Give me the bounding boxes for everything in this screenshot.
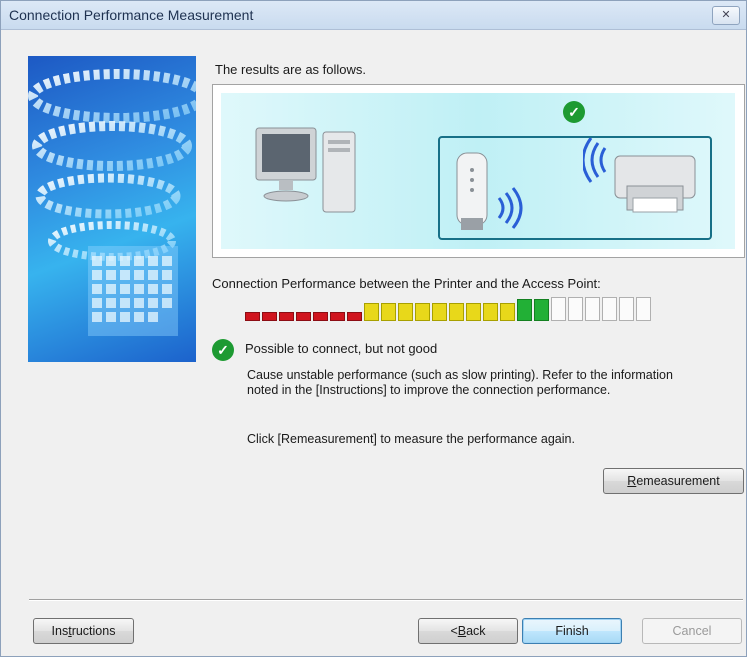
meter-segment-red xyxy=(262,312,277,321)
meter-segment-red xyxy=(245,312,260,321)
banner-image xyxy=(28,56,196,362)
dialog-window: Connection Performance Measurement ✕ The… xyxy=(0,0,747,657)
printer-icon xyxy=(583,138,696,213)
meter-segment-red xyxy=(279,312,294,321)
access-point-icon xyxy=(456,152,523,230)
connection-diagram: ✓ xyxy=(212,84,745,258)
meter-segment-red xyxy=(347,312,362,321)
meter-segment-empty xyxy=(619,297,634,321)
status-check-icon: ✓ xyxy=(212,339,234,361)
meter-segment-empty xyxy=(551,297,566,321)
finish-button[interactable]: Finish xyxy=(522,618,622,644)
meter-segment-empty xyxy=(636,297,651,321)
results-label: The results are as follows. xyxy=(215,62,367,77)
meter-segment-yellow xyxy=(500,303,515,321)
meter-segment-yellow xyxy=(364,303,379,321)
close-icon: ✕ xyxy=(721,9,731,21)
status-description: Cause unstable performance (such as slow… xyxy=(247,368,673,397)
meter-segment-empty xyxy=(602,297,617,321)
cancel-button: Cancel xyxy=(642,618,742,644)
close-button[interactable]: ✕ xyxy=(712,6,740,25)
title-bar: Connection Performance Measurement ✕ xyxy=(1,1,746,30)
window-title: Connection Performance Measurement xyxy=(9,7,254,23)
footer-separator xyxy=(29,599,743,601)
remeasurement-button[interactable]: Remeasurement xyxy=(603,468,744,494)
meter-segment-yellow xyxy=(466,303,481,321)
meter-segment-empty xyxy=(568,297,583,321)
remeasure-hint: Click [Remeasurement] to measure the per… xyxy=(247,432,575,446)
status-title: Possible to connect, but not good xyxy=(245,341,438,356)
meter-segment-yellow xyxy=(483,303,498,321)
meter-segment-green xyxy=(517,299,532,321)
computer-icon xyxy=(255,127,356,213)
meter-segment-empty xyxy=(585,297,600,321)
signal-strength-meter xyxy=(245,295,687,321)
meter-segment-red xyxy=(313,312,328,321)
meter-segment-yellow xyxy=(432,303,447,321)
meter-segment-yellow xyxy=(381,303,396,321)
check-icon: ✓ xyxy=(563,101,585,123)
instructions-button[interactable]: Instructions xyxy=(33,618,134,644)
meter-segment-yellow xyxy=(449,303,464,321)
meter-segment-green xyxy=(534,299,549,321)
meter-segment-red xyxy=(330,312,345,321)
meter-segment-red xyxy=(296,312,311,321)
back-button[interactable]: <Back xyxy=(418,618,518,644)
diagram-background: ✓ xyxy=(221,93,735,249)
performance-label: Connection Performance between the Print… xyxy=(212,276,601,291)
meter-segment-yellow xyxy=(398,303,413,321)
meter-segment-yellow xyxy=(415,303,430,321)
